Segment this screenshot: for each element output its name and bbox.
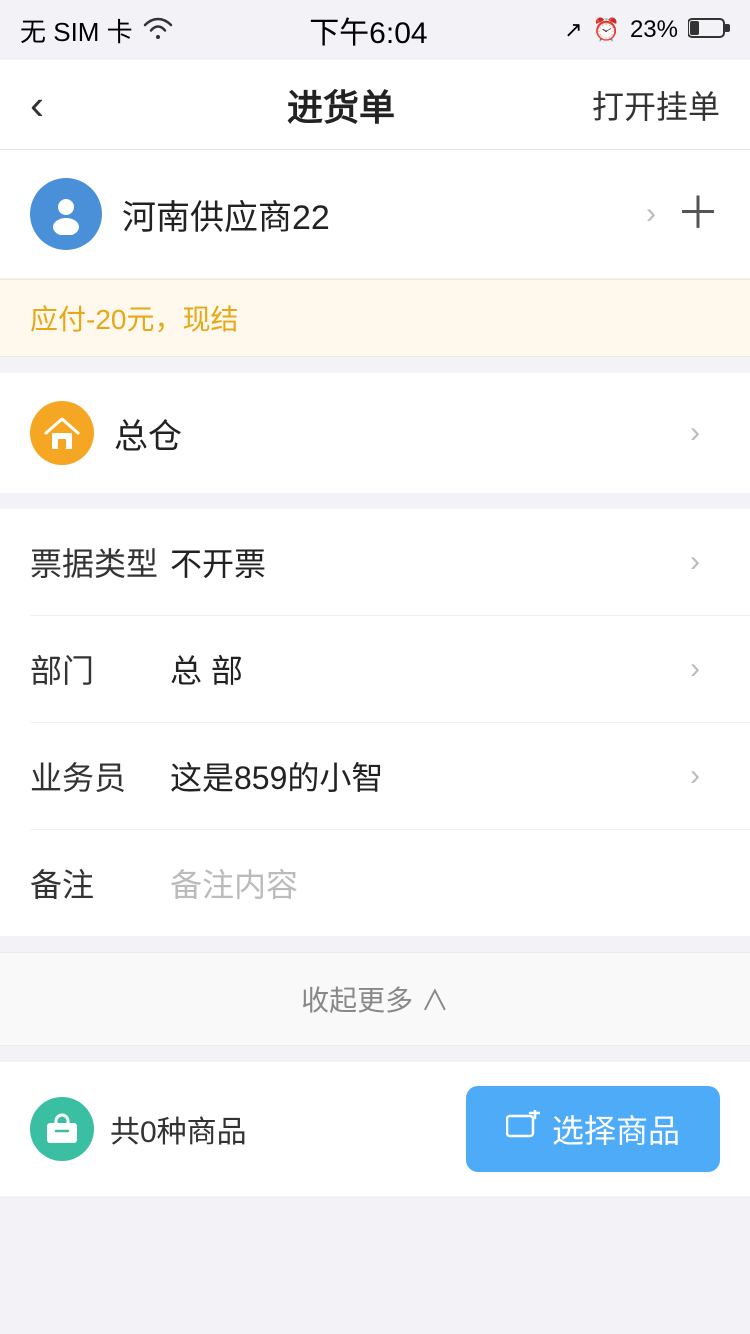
warehouse-row[interactable]: 总仓 › [0, 373, 750, 493]
product-count-text: 共0种商品 [110, 1107, 247, 1151]
status-right: ↗ ⏰ 23% [564, 15, 730, 46]
invoice-type-label: 票据类型 [30, 539, 170, 585]
select-product-button[interactable]: 选择商品 [466, 1086, 720, 1172]
salesperson-label: 业务员 [30, 753, 170, 799]
nav-bar: ‹ 进货单 打开挂单 [0, 60, 750, 150]
warehouse-section: 总仓 › [0, 373, 750, 493]
select-product-icon [506, 1110, 540, 1148]
bottom-bar: 共0种商品 选择商品 [0, 1062, 750, 1196]
salesperson-chevron-icon: › [690, 759, 700, 793]
carrier-text: 无 SIM 卡 [20, 12, 133, 49]
invoice-type-chevron-icon: › [690, 545, 700, 579]
wifi-icon [143, 15, 173, 46]
remark-placeholder[interactable]: 备注内容 [170, 860, 720, 906]
department-row[interactable]: 部门 总 部 › [0, 616, 750, 722]
notice-text: 应付-20元，现结 [30, 304, 238, 335]
select-product-label: 选择商品 [552, 1106, 680, 1152]
collapse-label: 收起更多 ∧ [301, 985, 449, 1016]
status-left: 无 SIM 卡 [20, 12, 173, 49]
warehouse-label: 总仓 [114, 409, 690, 458]
supplier-row[interactable]: 河南供应商22 › ＋ [0, 150, 750, 279]
back-button[interactable]: ‹ [30, 81, 90, 129]
salesperson-row[interactable]: 业务员 这是859的小智 › [0, 723, 750, 829]
collapse-bar[interactable]: 收起更多 ∧ [0, 952, 750, 1046]
add-supplier-button[interactable]: ＋ [676, 192, 720, 236]
department-chevron-icon: › [690, 652, 700, 686]
notice-bar: 应付-20元，现结 [0, 279, 750, 357]
alarm-icon: ⏰ [593, 17, 620, 43]
location-icon: ↗ [564, 17, 582, 43]
salesperson-value: 这是859的小智 [170, 753, 690, 799]
open-hangup-button[interactable]: 打开挂单 [592, 82, 720, 128]
warehouse-chevron-icon: › [690, 416, 700, 450]
supplier-chevron-icon: › [646, 197, 656, 231]
department-value: 总 部 [170, 646, 690, 692]
remark-row[interactable]: 备注 备注内容 [0, 830, 750, 936]
warehouse-icon [30, 401, 94, 465]
battery-text: 23% [630, 16, 678, 44]
supplier-section: 河南供应商22 › ＋ 应付-20元，现结 [0, 150, 750, 357]
product-count-area: 共0种商品 [30, 1097, 247, 1161]
status-bar: 无 SIM 卡 下午6:04 ↗ ⏰ 23% [0, 0, 750, 60]
product-count-icon [30, 1097, 94, 1161]
form-section: 票据类型 不开票 › 部门 总 部 › 业务员 这是859的小智 › 备注 备注… [0, 509, 750, 936]
invoice-type-row[interactable]: 票据类型 不开票 › [0, 509, 750, 615]
supplier-avatar [30, 178, 102, 250]
invoice-type-value: 不开票 [170, 539, 690, 585]
battery-icon [688, 15, 730, 46]
time-display: 下午6:04 [309, 8, 427, 52]
department-label: 部门 [30, 646, 170, 692]
page-title: 进货单 [287, 79, 395, 131]
page-content: 河南供应商22 › ＋ 应付-20元，现结 总仓 › 票据 [0, 150, 750, 1196]
supplier-name: 河南供应商22 [122, 190, 646, 239]
remark-label: 备注 [30, 860, 170, 906]
